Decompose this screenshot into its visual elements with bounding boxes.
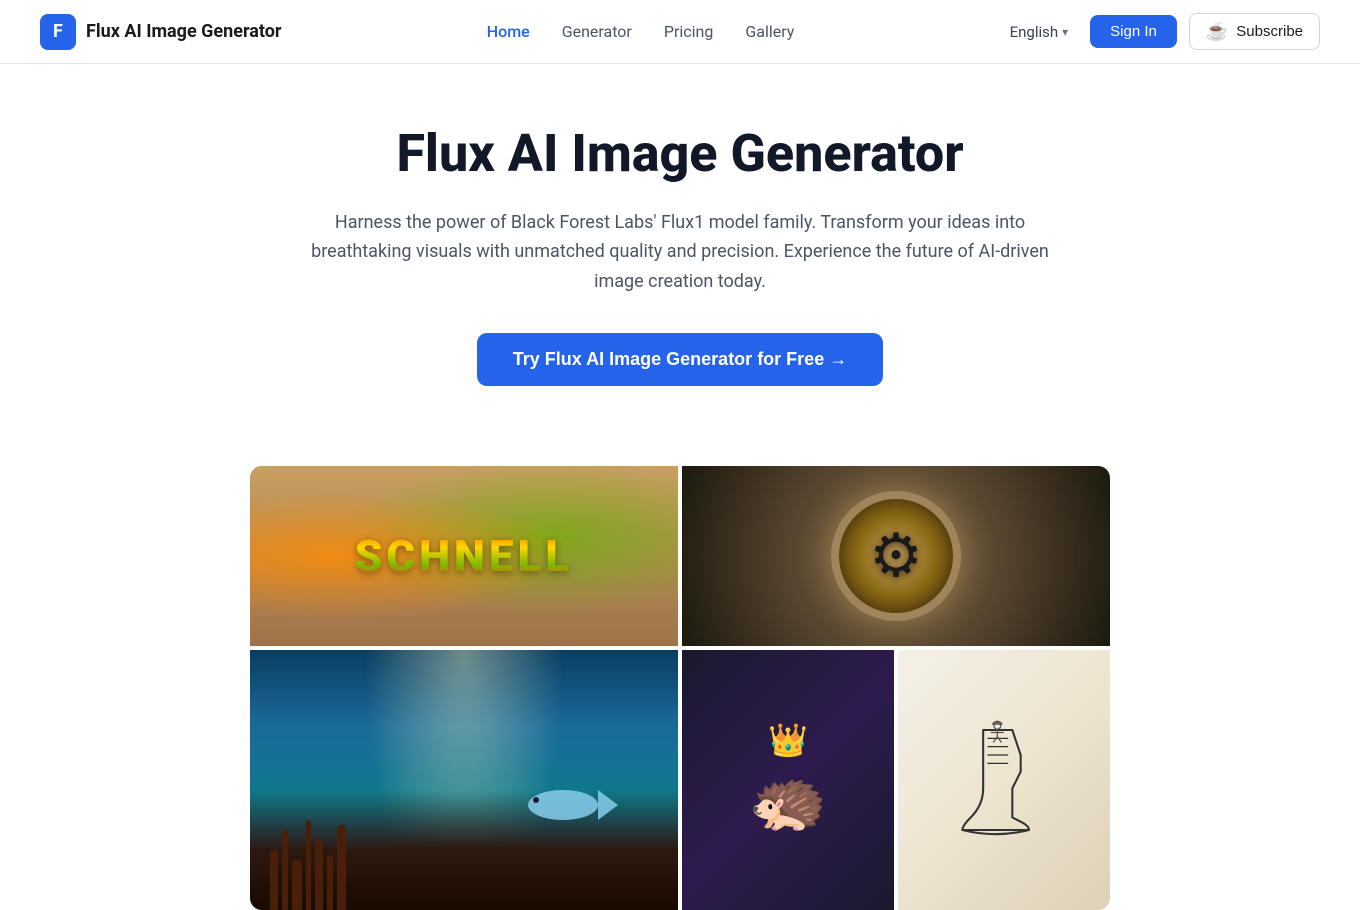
boot-icon bbox=[954, 720, 1054, 840]
fish-icon bbox=[518, 780, 618, 830]
hero-title: Flux AI Image Generator bbox=[40, 124, 1320, 184]
nav-link-home[interactable]: Home bbox=[487, 22, 530, 41]
brand-name: Flux AI Image Generator bbox=[86, 21, 282, 42]
coral-shapes bbox=[270, 820, 346, 910]
gallery-image-hedgehog[interactable]: 👑 🦔 bbox=[682, 650, 894, 910]
brand: F Flux AI Image Generator bbox=[40, 14, 282, 50]
watch-decoration: ⚙ bbox=[831, 491, 961, 621]
nav-link-gallery[interactable]: Gallery bbox=[745, 22, 794, 41]
hedgehog-decoration: 👑 🦔 bbox=[748, 721, 828, 838]
language-selector[interactable]: English ▾ bbox=[1000, 17, 1079, 47]
signin-button[interactable]: Sign In bbox=[1090, 15, 1177, 48]
image-grid: SCHNELL ⚙ bbox=[250, 466, 1110, 910]
navbar: F Flux AI Image Generator Home Generator… bbox=[0, 0, 1360, 64]
gallery-image-ocean[interactable] bbox=[250, 650, 678, 910]
nav-links: Home Generator Pricing Gallery bbox=[487, 22, 795, 41]
gear-icon: ⚙ bbox=[869, 520, 923, 591]
crown-icon: 👑 bbox=[748, 721, 828, 759]
schnell-text: SCHNELL bbox=[355, 530, 574, 582]
hedgehog-icon: 🦔 bbox=[748, 763, 828, 838]
boot-decoration bbox=[909, 663, 1100, 897]
gallery-image-boot[interactable] bbox=[898, 650, 1110, 910]
hero-subtitle: Harness the power of Black Forest Labs' … bbox=[300, 208, 1060, 297]
language-label: English bbox=[1010, 23, 1059, 41]
gallery-section: SCHNELL ⚙ bbox=[0, 426, 1360, 910]
gallery-image-schnell[interactable]: SCHNELL bbox=[250, 466, 678, 646]
logo-icon: F bbox=[40, 14, 76, 50]
coffee-icon: ☕ bbox=[1206, 21, 1228, 42]
nav-link-generator[interactable]: Generator bbox=[562, 22, 632, 41]
gallery-image-watch[interactable]: ⚙ bbox=[682, 466, 1110, 646]
gallery-bottom-right: 👑 🦔 bbox=[682, 650, 1110, 910]
cta-button[interactable]: Try Flux AI Image Generator for Free → bbox=[477, 333, 883, 386]
subscribe-button[interactable]: ☕ Subscribe bbox=[1189, 13, 1320, 50]
hero-section: Flux AI Image Generator Harness the powe… bbox=[0, 64, 1360, 426]
subscribe-label: Subscribe bbox=[1236, 23, 1303, 40]
navbar-actions: English ▾ Sign In ☕ Subscribe bbox=[1000, 13, 1320, 50]
chevron-down-icon: ▾ bbox=[1062, 25, 1068, 39]
nav-link-pricing[interactable]: Pricing bbox=[664, 22, 714, 41]
